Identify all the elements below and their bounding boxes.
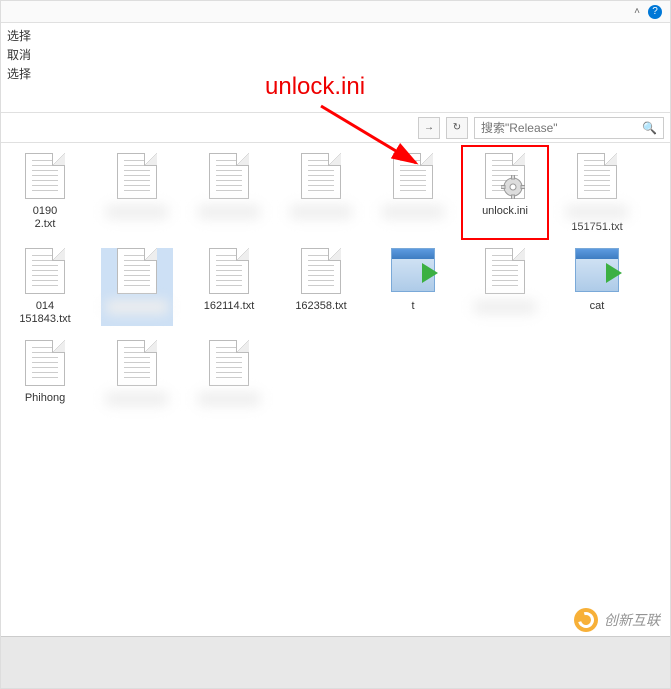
help-icon[interactable]: ? [648,5,662,19]
gear-icon [501,175,525,199]
document-icon [209,248,249,294]
file-label [198,205,260,219]
file-item[interactable] [193,340,265,406]
file-item[interactable] [101,340,173,406]
file-label [106,392,168,406]
ribbon-item[interactable]: 选择 [7,27,664,46]
file-label: cat [590,300,605,313]
document-icon [25,153,65,199]
file-item[interactable]: cat [561,248,633,326]
chevron-up-icon[interactable]: ˄ [634,6,640,17]
annotation-label: unlock.ini [265,73,365,101]
file-label: 151751.txt [566,205,628,234]
file-label: 014 151843.txt [19,300,70,326]
file-item[interactable] [193,153,265,234]
search-icon: 🔍 [642,121,657,135]
document-icon [209,340,249,386]
document-icon [485,248,525,294]
refresh-icon[interactable]: ↻ [446,117,468,139]
file-item[interactable]: 014 151843.txt [9,248,81,326]
file-item[interactable]: 162358.txt [285,248,357,326]
search-input[interactable] [481,121,642,135]
file-item[interactable] [285,153,357,234]
document-icon [117,153,157,199]
file-label [382,205,444,219]
file-item[interactable]: Phihong [9,340,81,406]
file-label: Phihong [25,392,65,405]
document-icon [209,153,249,199]
watermark: 创新互联 [574,608,660,632]
file-label [198,392,260,406]
file-label [106,205,168,219]
file-item[interactable] [377,153,449,234]
address-toolbar: → ↻ 🔍 [1,113,670,143]
search-box[interactable]: 🔍 [474,117,664,139]
watermark-text: 创新互联 [604,610,660,630]
document-icon [577,153,617,199]
file-item[interactable] [469,248,541,326]
file-item[interactable]: 162114.txt [193,248,265,326]
document-icon [117,340,157,386]
document-icon [25,340,65,386]
file-item[interactable] [101,248,173,326]
file-item[interactable]: t [377,248,449,326]
file-label [290,205,352,219]
application-icon [391,248,435,292]
document-icon [301,248,341,294]
file-label [474,300,536,314]
file-label: t [411,300,414,313]
document-icon [117,248,157,294]
file-item[interactable]: 0190 2.txt [9,153,81,234]
file-label: 162114.txt [204,300,255,313]
document-icon [393,153,433,199]
file-item[interactable]: 151751.txt [561,153,633,234]
document-icon [25,248,65,294]
bottom-scrollbar[interactable] [1,636,670,688]
file-label: 0190 2.txt [33,205,57,231]
watermark-logo-icon [574,608,598,632]
file-label: 162358.txt [295,300,346,313]
file-item[interactable] [101,153,173,234]
ribbon-item[interactable]: 取消 [7,46,664,65]
title-bar: ˄ ? [1,1,670,23]
file-item-unlock-ini[interactable]: unlock.ini [469,153,541,234]
file-label [106,300,168,314]
file-list: 0190 2.txt unlock.ini [1,143,670,416]
application-icon [575,248,619,292]
document-icon [301,153,341,199]
go-button[interactable]: → [418,117,440,139]
